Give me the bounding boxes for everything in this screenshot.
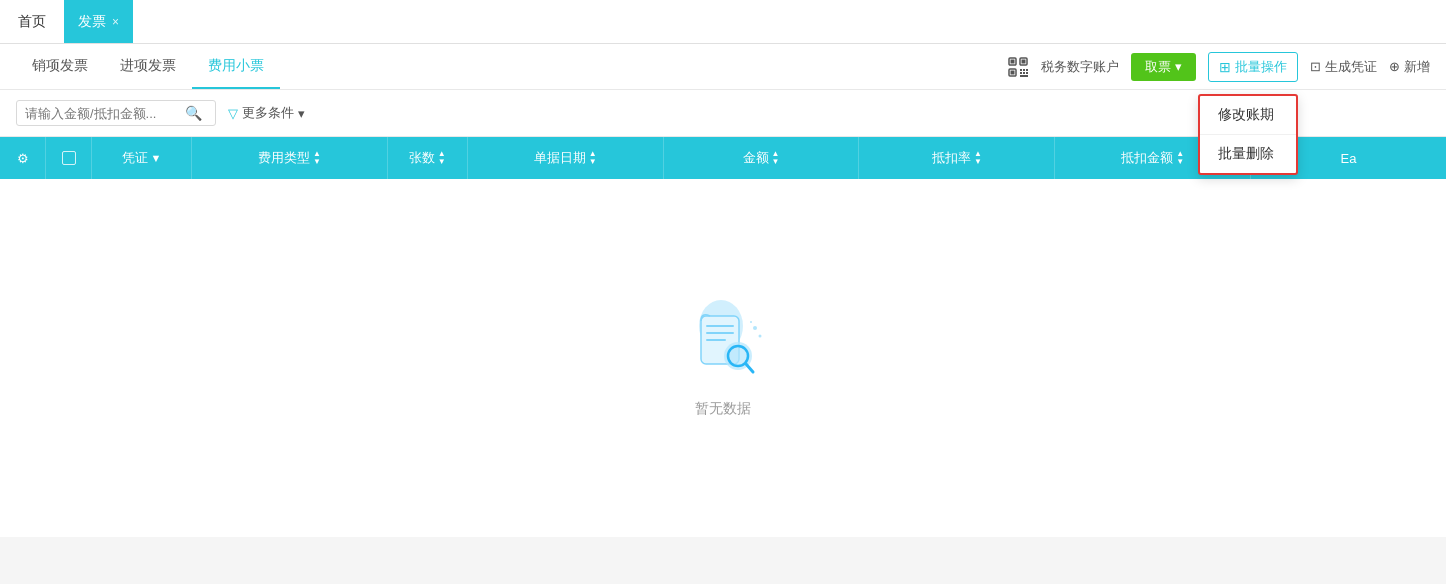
th-deduct-amount-sort[interactable]: ▲▼ (1176, 150, 1184, 166)
th-gear[interactable]: ⚙ (0, 137, 46, 179)
th-deduct-rate-sort[interactable]: ▲▼ (974, 150, 982, 166)
th-date: 单据日期 ▲▼ (468, 137, 664, 179)
gear-icon: ⚙ (17, 151, 29, 166)
th-deduct-rate-label: 抵扣率 (932, 149, 971, 167)
nav-tab-invoice[interactable]: 发票 × (64, 0, 133, 43)
sub-tabs-bar: 销项发票 进项发票 费用小票 税务数字账户 (0, 44, 1446, 90)
empty-illustration (673, 298, 773, 388)
gen-voucher-button[interactable]: ⊡ 生成凭证 (1310, 58, 1377, 76)
search-icon[interactable]: 🔍 (185, 105, 202, 121)
svg-rect-3 (1022, 59, 1026, 63)
nav-tab-close[interactable]: × (112, 15, 119, 29)
svg-rect-6 (1020, 69, 1022, 71)
gen-voucher-label: 生成凭证 (1325, 58, 1377, 76)
batch-op-button[interactable]: ⊞ 批量操作 (1208, 52, 1298, 82)
more-filter-button[interactable]: ▽ 更多条件 ▾ (228, 104, 305, 122)
more-filter-arrow: ▾ (298, 106, 305, 121)
svg-point-21 (753, 326, 757, 330)
th-amount-sort[interactable]: ▲▼ (772, 150, 780, 166)
svg-rect-1 (1011, 59, 1015, 63)
th-deduct-rate: 抵扣率 ▲▼ (859, 137, 1055, 179)
svg-line-20 (746, 364, 753, 372)
main-content: ⚙ 凭证 ▼ 费用类型 ▲▼ 张数 ▲▼ 单据日期 ▲▼ 金额 ▲▼ 抵扣率 ▲… (0, 137, 1446, 537)
tab-sales-invoice[interactable]: 销项发票 (16, 44, 104, 89)
th-date-label: 单据日期 (534, 149, 586, 167)
tab-input-invoice[interactable]: 进项发票 (104, 44, 192, 89)
select-all-checkbox[interactable] (62, 151, 76, 165)
svg-rect-11 (1026, 72, 1028, 74)
th-expense-type-label: 费用类型 (258, 149, 310, 167)
tax-account-button[interactable]: 税务数字账户 (1041, 58, 1119, 76)
th-amount: 金额 ▲▼ (664, 137, 860, 179)
svg-rect-10 (1026, 69, 1028, 71)
th-date-sort[interactable]: ▲▼ (589, 150, 597, 166)
svg-point-22 (759, 335, 762, 338)
take-ticket-arrow: ▾ (1175, 59, 1182, 74)
th-deduct-amount-label: 抵扣金额 (1121, 149, 1173, 167)
th-last-label: Ea (1341, 151, 1357, 166)
batch-op-label: 批量操作 (1235, 58, 1287, 76)
take-ticket-label: 取票 (1145, 58, 1171, 76)
qr-icon (1007, 56, 1029, 78)
th-amount-label: 金额 (743, 149, 769, 167)
th-expense-type: 费用类型 ▲▼ (192, 137, 388, 179)
top-nav: 首页 发票 × (0, 0, 1446, 44)
svg-point-23 (750, 321, 752, 323)
th-voucher-filter-icon[interactable]: ▼ (151, 152, 162, 164)
th-voucher: 凭证 ▼ (92, 137, 192, 179)
toolbar-right: 税务数字账户 取票 ▾ ⊞ 批量操作 修改账期 批量删除 ⊡ 生成凭证 (1007, 44, 1430, 89)
add-new-label: 新增 (1404, 58, 1430, 76)
th-count: 张数 ▲▼ (388, 137, 468, 179)
more-filter-label: 更多条件 (242, 104, 294, 122)
empty-state: 暂无数据 (0, 179, 1446, 537)
filter-funnel-icon: ▽ (228, 106, 238, 121)
gen-voucher-icon: ⊡ (1310, 59, 1321, 74)
add-new-button[interactable]: ⊕ 新增 (1389, 58, 1430, 76)
nav-tab-label: 发票 (78, 13, 106, 31)
svg-rect-7 (1023, 69, 1025, 71)
svg-rect-12 (1020, 75, 1028, 77)
search-input[interactable] (25, 106, 185, 121)
th-checkbox[interactable] (46, 137, 92, 179)
batch-op-container: ⊞ 批量操作 修改账期 批量删除 (1208, 52, 1298, 82)
batch-op-dropdown: 修改账期 批量删除 (1198, 94, 1298, 175)
search-input-wrap: 🔍 (16, 100, 216, 126)
th-expense-type-sort[interactable]: ▲▼ (313, 150, 321, 166)
th-count-label: 张数 (409, 149, 435, 167)
add-new-icon: ⊕ (1389, 59, 1400, 74)
svg-rect-8 (1020, 72, 1022, 74)
tab-expense-receipt[interactable]: 费用小票 (192, 44, 280, 89)
empty-text: 暂无数据 (695, 400, 751, 418)
svg-rect-9 (1023, 72, 1025, 74)
dropdown-item-change-period[interactable]: 修改账期 (1200, 96, 1296, 134)
th-voucher-label: 凭证 (122, 149, 148, 167)
qr-icon-button[interactable] (1007, 56, 1029, 78)
batch-op-icon: ⊞ (1219, 59, 1231, 75)
th-count-sort[interactable]: ▲▼ (438, 150, 446, 166)
take-ticket-button[interactable]: 取票 ▾ (1131, 53, 1196, 81)
dropdown-item-batch-delete[interactable]: 批量删除 (1200, 135, 1296, 173)
svg-rect-5 (1011, 70, 1015, 74)
nav-home[interactable]: 首页 (0, 0, 64, 43)
